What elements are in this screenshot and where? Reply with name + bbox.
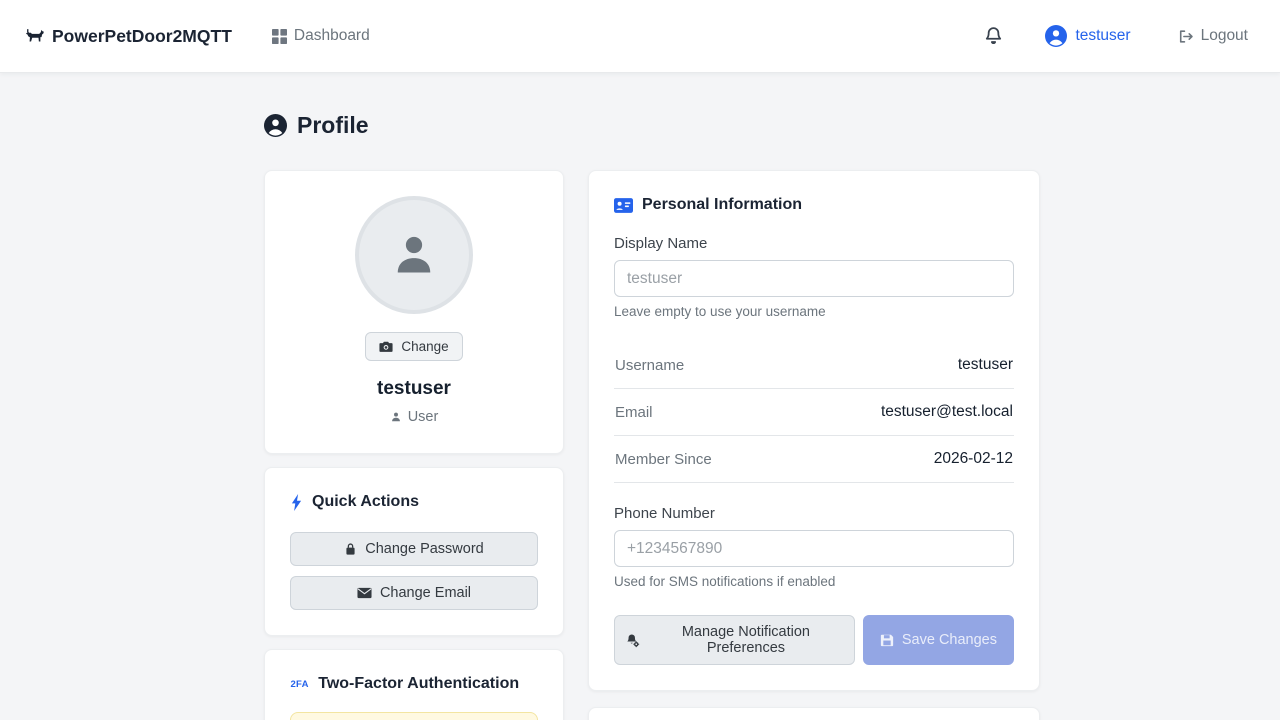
profile-icon: [264, 114, 287, 137]
display-name-help: Leave empty to use your username: [614, 304, 826, 319]
nav-dashboard[interactable]: Dashboard: [271, 27, 370, 45]
personal-info-title: Personal Information: [642, 196, 803, 213]
user-avatar-icon: [1045, 25, 1068, 47]
grid-icon: [271, 28, 287, 44]
member-since-row-value: 2026-02-12: [933, 450, 1013, 467]
nav-dashboard-label: Dashboard: [293, 27, 370, 44]
brand[interactable]: PowerPetDoor2MQTT: [25, 26, 232, 47]
user-menu-label: testuser: [1075, 27, 1131, 44]
top-navbar: PowerPetDoor2MQTT Dashboard testuser Log…: [0, 0, 1280, 73]
username-row: Username testuser: [614, 342, 1014, 389]
lightning-icon: [290, 493, 303, 511]
email-row: Email testuser@test.local: [614, 389, 1014, 436]
two-factor-title: Two-Factor Authentication: [318, 675, 520, 692]
personal-info-card: Personal Information Display Name Leave …: [588, 170, 1040, 691]
id-card-icon: [614, 197, 633, 213]
quick-actions-heading: Quick Actions: [290, 493, 538, 511]
save-changes-label: Save Changes: [901, 632, 997, 648]
change-avatar-button[interactable]: Change: [365, 332, 463, 361]
bell-icon: [984, 26, 1003, 46]
email-row-value: testuser@test.local: [880, 403, 1013, 420]
manage-notifications-button[interactable]: Manage Notification Preferences: [614, 615, 855, 665]
notifications-button[interactable]: [984, 26, 1003, 46]
user-menu[interactable]: testuser: [1045, 25, 1131, 47]
phone-label: Phone Number: [614, 505, 715, 522]
phone-help: Used for SMS notifications if enabled: [614, 574, 836, 589]
main-content: Profile Change testuser User Quick Actio…: [264, 73, 1040, 720]
change-avatar-label: Change: [401, 339, 449, 354]
logout-button[interactable]: Logout: [1177, 27, 1248, 45]
avatar-person-icon: [397, 236, 431, 273]
profile-role: User: [290, 409, 538, 425]
personal-info-heading: Personal Information: [614, 196, 1014, 214]
phone-input[interactable]: [614, 530, 1014, 567]
two-factor-warning-alert: [290, 712, 538, 720]
profile-card: Change testuser User: [264, 170, 564, 454]
appearance-card: Appearance: [588, 707, 1040, 720]
quick-actions-card: Quick Actions Change Password Change Ema…: [264, 467, 564, 636]
change-password-label: Change Password: [365, 541, 484, 557]
dog-icon: [25, 28, 44, 44]
save-changes-button[interactable]: Save Changes: [862, 615, 1014, 665]
display-name-label: Display Name: [614, 235, 708, 252]
profile-role-label: User: [407, 409, 439, 425]
two-factor-card: 2FA Two-Factor Authentication: [264, 649, 564, 720]
save-icon: [880, 633, 894, 647]
lock-icon: [344, 542, 357, 556]
logout-icon: [1177, 28, 1194, 45]
username-row-value: testuser: [957, 356, 1013, 373]
change-password-button[interactable]: Change Password: [290, 532, 538, 566]
two-factor-heading: 2FA Two-Factor Authentication: [290, 675, 538, 693]
member-since-row-label: Member Since: [615, 450, 712, 468]
envelope-icon: [357, 587, 372, 599]
2fa-icon: 2FA: [290, 678, 309, 690]
member-since-row: Member Since 2026-02-12: [614, 436, 1014, 483]
manage-notifications-label: Manage Notification Preferences: [681, 624, 811, 656]
logout-label: Logout: [1200, 27, 1248, 44]
page-title: Profile: [264, 112, 1040, 139]
page-title-label: Profile: [297, 112, 369, 138]
account-info-rows: Username testuser Email testuser@test.lo…: [614, 342, 1014, 483]
quick-actions-title: Quick Actions: [312, 493, 419, 510]
profile-username: testuser: [377, 378, 451, 399]
bell-gear-icon: [625, 633, 640, 648]
email-row-label: Email: [615, 403, 653, 421]
username-row-label: Username: [615, 356, 685, 374]
person-icon: [390, 411, 402, 423]
avatar: [355, 196, 473, 314]
display-name-input[interactable]: [614, 260, 1014, 297]
camera-icon: [379, 340, 393, 353]
brand-label: PowerPetDoor2MQTT: [52, 25, 232, 46]
change-email-label: Change Email: [379, 585, 472, 601]
change-email-button[interactable]: Change Email: [290, 576, 538, 610]
